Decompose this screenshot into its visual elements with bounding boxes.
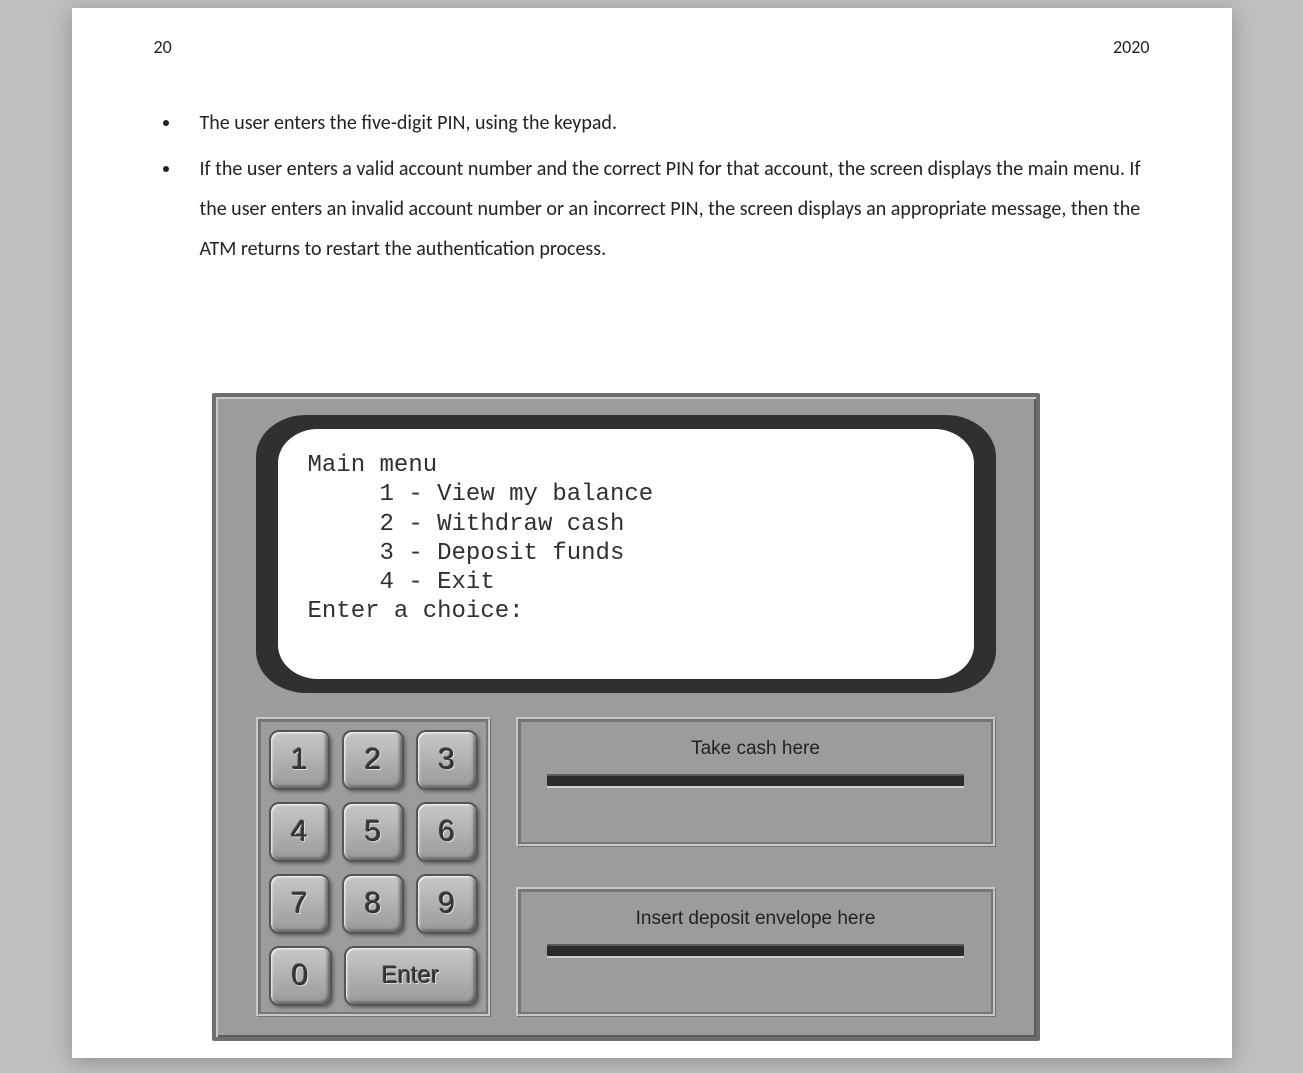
key-8[interactable]: 8 [342,874,404,934]
screen-option: 1 - View my balance [380,481,654,508]
keypad-row: 7 8 9 [269,874,478,934]
document-page: 20 2020 The user enters the five-digit P… [72,8,1232,1058]
cash-slot-slit-icon [547,776,965,786]
key-enter[interactable]: Enter [344,946,478,1006]
page-year: 2020 [1113,36,1150,58]
keypad-row: 4 5 6 [269,802,478,862]
key-6[interactable]: 6 [416,802,478,862]
bullet-item: The user enters the five-digit PIN, usin… [182,103,1150,143]
key-0[interactable]: 0 [269,946,332,1006]
screen-option: 4 - Exit [380,569,495,596]
key-4[interactable]: 4 [269,802,331,862]
key-1[interactable]: 1 [269,730,331,790]
bullet-item: If the user enters a valid account numbe… [182,149,1150,269]
deposit-envelope-slot: Insert deposit envelope here [516,887,996,1017]
key-7[interactable]: 7 [269,874,331,934]
bullet-list: The user enters the five-digit PIN, usin… [154,103,1150,269]
cash-dispenser-slot: Take cash here [516,717,996,847]
key-2[interactable]: 2 [342,730,404,790]
screen-option: 3 - Deposit funds [380,540,625,567]
key-9[interactable]: 9 [416,874,478,934]
atm-screen-bezel: Main menu 1 - View my balance 2 - Withdr… [256,415,996,693]
page-number: 20 [154,36,172,58]
deposit-slot-label: Insert deposit envelope here [636,908,876,930]
screen-option: 2 - Withdraw cash [380,511,625,538]
viewport: 20 2020 The user enters the five-digit P… [0,0,1303,1073]
atm-screen: Main menu 1 - View my balance 2 - Withdr… [278,429,974,679]
body-text: The user enters the five-digit PIN, usin… [154,103,1150,275]
key-5[interactable]: 5 [342,802,404,862]
keypad-row: 0 Enter [269,946,478,1006]
screen-title: Main menu [308,452,438,479]
deposit-slot-slit-icon [547,946,965,956]
key-3[interactable]: 3 [416,730,478,790]
screen-prompt: Enter a choice: [308,598,524,625]
atm-keypad: 1 2 3 4 5 6 7 8 9 0 Enter [256,717,491,1017]
cash-slot-label: Take cash here [691,738,820,760]
keypad-row: 1 2 3 [269,730,478,790]
atm-illustration: Main menu 1 - View my balance 2 - Withdr… [212,393,1040,1041]
